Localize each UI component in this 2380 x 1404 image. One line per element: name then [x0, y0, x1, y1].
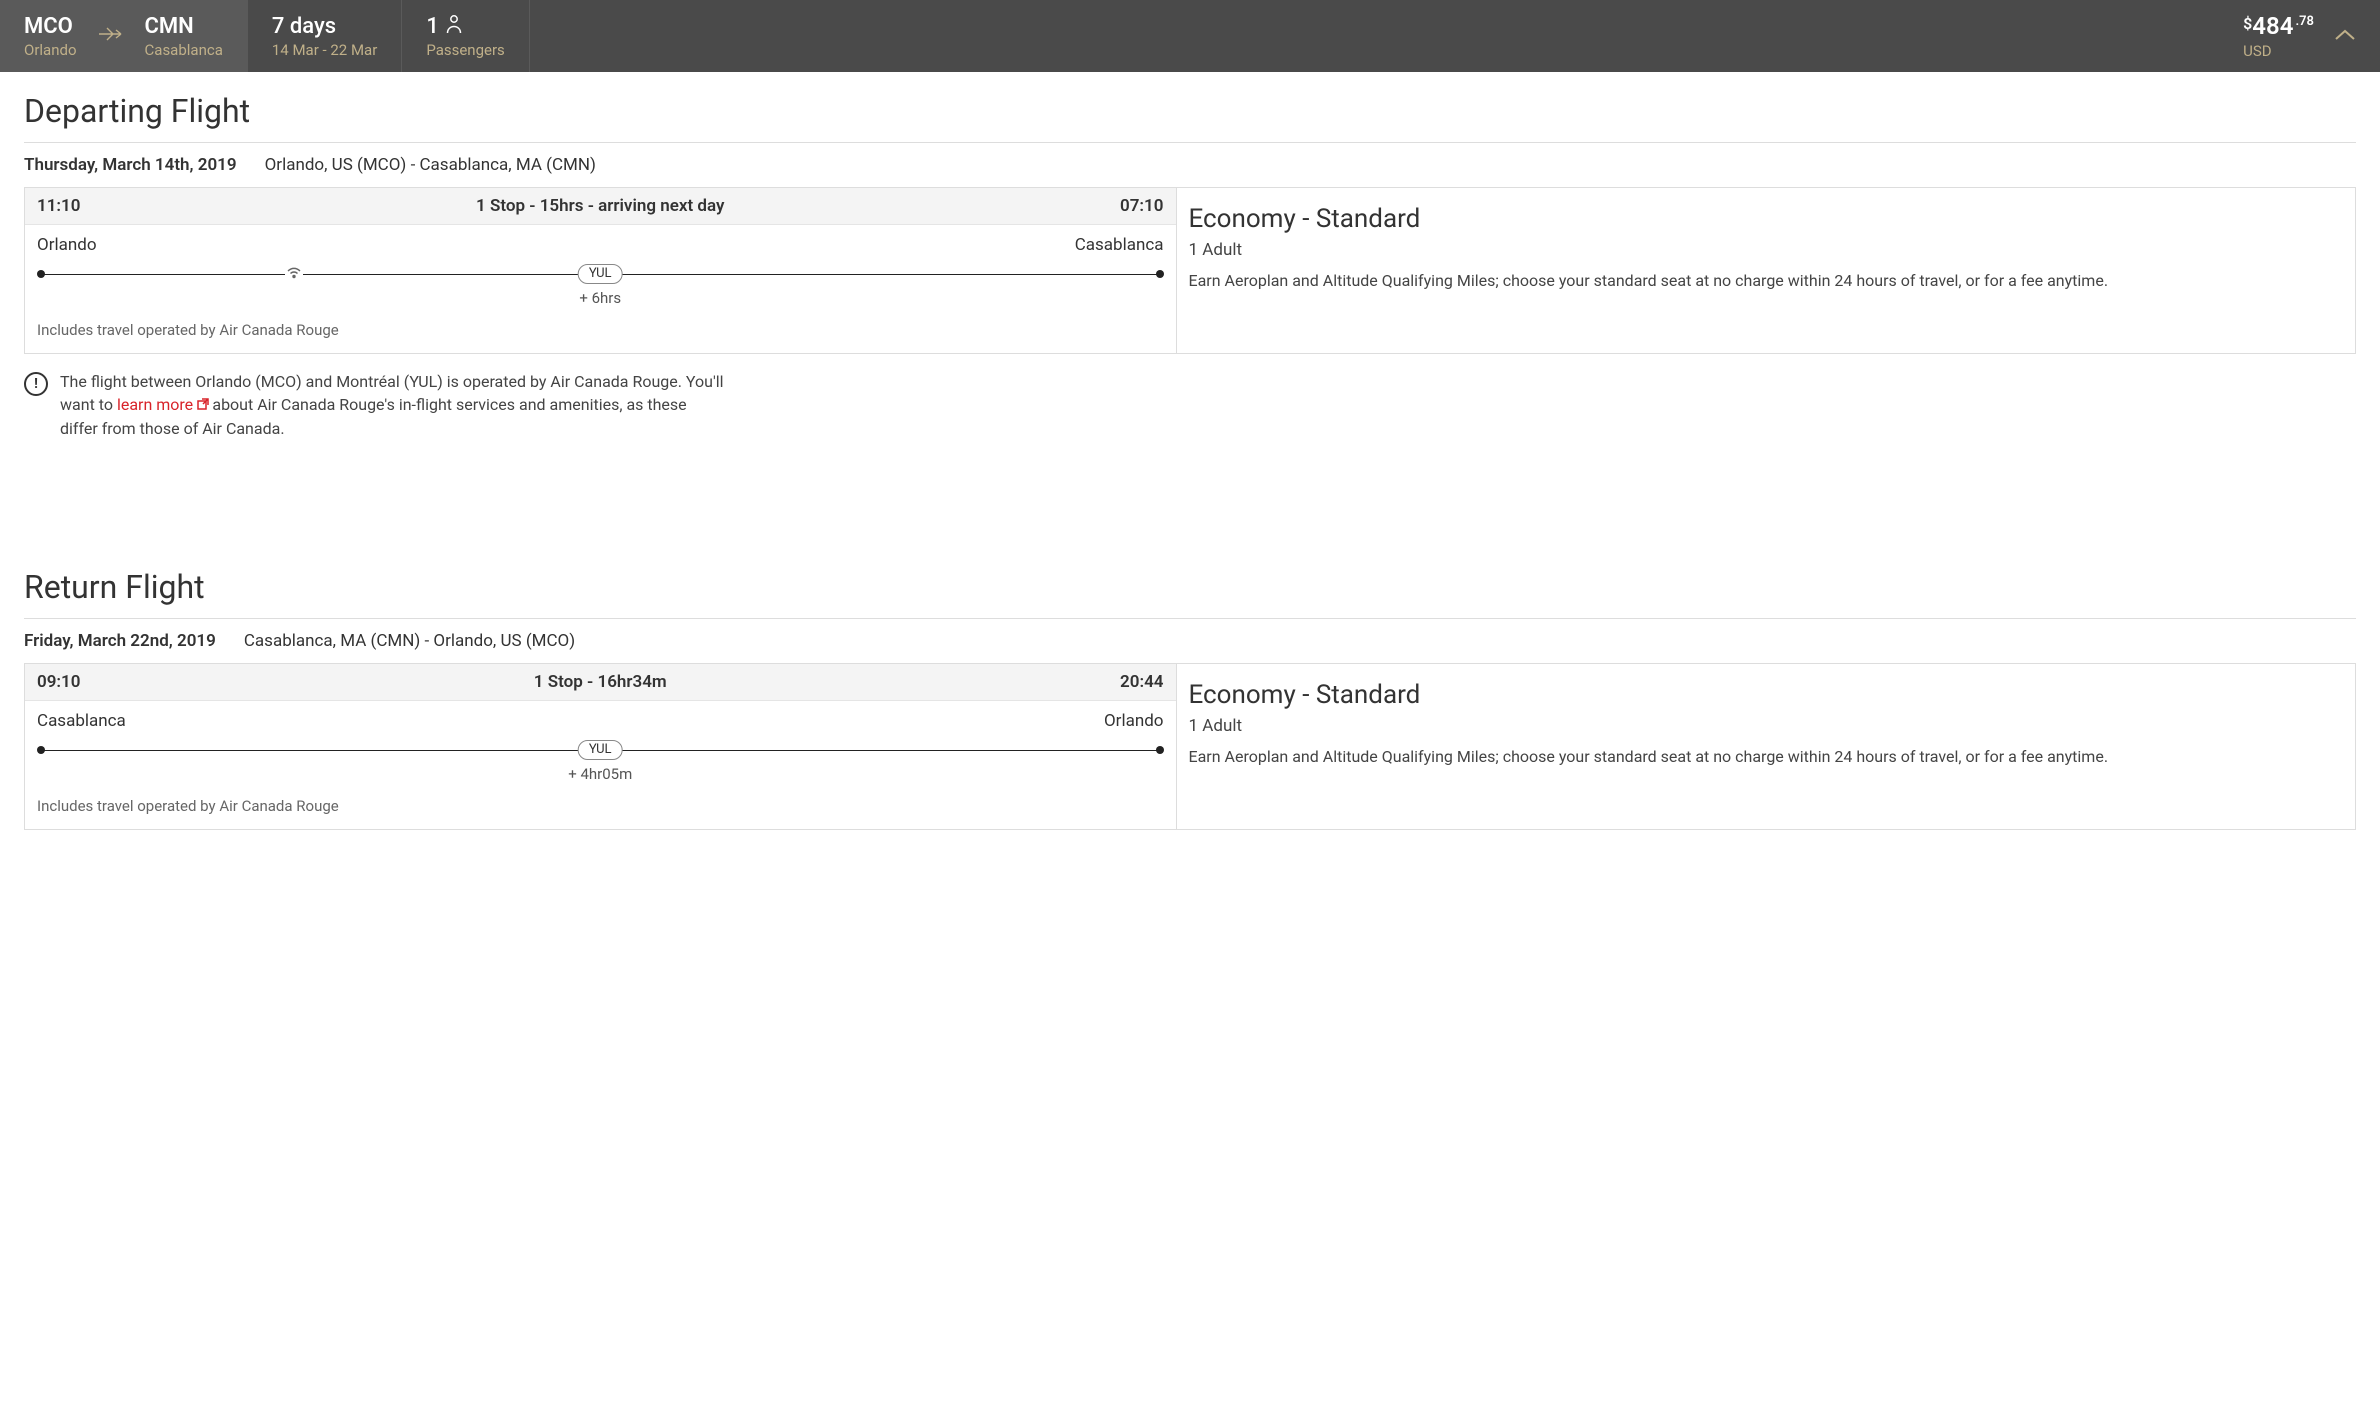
operator-note: Includes travel operated by Air Canada R…: [37, 797, 1164, 815]
fare-desc: Earn Aeroplan and Altitude Qualifying Mi…: [1189, 270, 2340, 292]
origin-block: MCO Orlando: [24, 14, 77, 59]
arr-city: Orlando: [1104, 711, 1164, 731]
dep-time: 09:10: [37, 672, 80, 692]
pax-label: Passengers: [426, 41, 504, 59]
flight-times-header: 09:10 1 Stop - 16hr34m 20:44: [25, 664, 1176, 701]
dep-time: 11:10: [37, 196, 80, 216]
flight-left: 09:10 1 Stop - 16hr34m 20:44 Casablanca …: [25, 664, 1177, 829]
dep-city: Casablanca: [37, 711, 126, 731]
fare-desc: Earn Aeroplan and Altitude Qualifying Mi…: [1189, 746, 2340, 768]
chevron-up-icon[interactable]: [2334, 27, 2356, 46]
city-row: Orlando Casablanca: [37, 235, 1164, 255]
flight-timeline: YUL: [37, 741, 1164, 761]
external-link-icon: [197, 399, 212, 414]
timeline-dot-end: [1156, 746, 1164, 754]
flight-right: Economy - Standard 1 Adult Earn Aeroplan…: [1177, 188, 2356, 353]
departing-flight-card: 11:10 1 Stop - 15hrs - arriving next day…: [24, 187, 2356, 354]
passengers-cell[interactable]: 1 Passengers: [402, 0, 529, 72]
stop-badge[interactable]: YUL: [578, 740, 623, 760]
departing-subline: Thursday, March 14th, 2019 Orlando, US (…: [24, 155, 2356, 175]
dest-block: CMN Casablanca: [145, 14, 223, 59]
flight-left: 11:10 1 Stop - 15hrs - arriving next day…: [25, 188, 1177, 353]
return-flight-card: 09:10 1 Stop - 16hr34m 20:44 Casablanca …: [24, 663, 2356, 830]
header-spacer: [530, 0, 2219, 72]
fare-title: Economy - Standard: [1189, 204, 2340, 234]
return-title: Return Flight: [24, 568, 2356, 606]
fare-sub: 1 Adult: [1189, 240, 2340, 260]
info-icon: !: [24, 372, 48, 396]
section-gap: [24, 460, 2356, 560]
notice-text: The flight between Orlando (MCO) and Mon…: [60, 370, 724, 440]
departing-route: Orlando, US (MCO) - Casablanca, MA (CMN): [265, 155, 596, 175]
date-range: 14 Mar - 22 Mar: [272, 41, 377, 59]
plane-icon: [97, 22, 125, 50]
stops-duration: 1 Stop - 16hr34m: [534, 672, 667, 692]
price-minor: .78: [2295, 14, 2314, 29]
timeline-dot-end: [1156, 270, 1164, 278]
price-cell[interactable]: $ 484 .78 USD: [2219, 0, 2380, 72]
layover-duration: + 6hrs: [37, 289, 1164, 307]
duration-cell[interactable]: 7 days 14 Mar - 22 Mar: [248, 0, 402, 72]
arr-time: 20:44: [1120, 672, 1163, 692]
origin-code: MCO: [24, 14, 77, 39]
departing-date: Thursday, March 14th, 2019: [24, 155, 237, 175]
fare-sub: 1 Adult: [1189, 716, 2340, 736]
dest-code: CMN: [145, 14, 223, 39]
stop-badge[interactable]: YUL: [578, 264, 623, 284]
learn-more-link[interactable]: learn more: [117, 395, 193, 414]
flight-right: Economy - Standard 1 Adult Earn Aeroplan…: [1177, 664, 2356, 829]
origin-city: Orlando: [24, 41, 77, 59]
price-major: 484: [2252, 12, 2293, 40]
duration-days: 7 days: [272, 14, 377, 39]
city-row: Casablanca Orlando: [37, 711, 1164, 731]
return-date: Friday, March 22nd, 2019: [24, 631, 216, 651]
timeline-dot-start: [37, 270, 45, 278]
return-subline: Friday, March 22nd, 2019 Casablanca, MA …: [24, 631, 2356, 651]
pax-count: 1: [426, 14, 439, 39]
flight-times-header: 11:10 1 Stop - 15hrs - arriving next day…: [25, 188, 1176, 225]
arr-time: 07:10: [1120, 196, 1163, 216]
summary-header: MCO Orlando CMN Casablanca 7 days 14 Mar…: [0, 0, 2380, 72]
departing-title: Departing Flight: [24, 92, 2356, 130]
fare-title: Economy - Standard: [1189, 680, 2340, 710]
price-currency: USD: [2243, 42, 2271, 60]
dep-city: Orlando: [37, 235, 97, 255]
layover-duration: + 4hr05m: [37, 765, 1164, 783]
timeline-dot-start: [37, 746, 45, 754]
flight-timeline: YUL: [37, 265, 1164, 285]
arr-city: Casablanca: [1075, 235, 1164, 255]
price-sign: $: [2243, 14, 2252, 33]
dest-city: Casablanca: [145, 41, 223, 59]
route-cell[interactable]: MCO Orlando CMN Casablanca: [0, 0, 248, 72]
divider: [24, 142, 2356, 143]
rouge-notice: ! The flight between Orlando (MCO) and M…: [24, 366, 724, 460]
divider: [24, 618, 2356, 619]
stops-duration: 1 Stop - 15hrs - arriving next day: [476, 196, 724, 216]
return-route: Casablanca, MA (CMN) - Orlando, US (MCO): [244, 631, 575, 651]
person-icon: [445, 14, 463, 38]
operator-note: Includes travel operated by Air Canada R…: [37, 321, 1164, 339]
wifi-icon: [285, 267, 303, 283]
